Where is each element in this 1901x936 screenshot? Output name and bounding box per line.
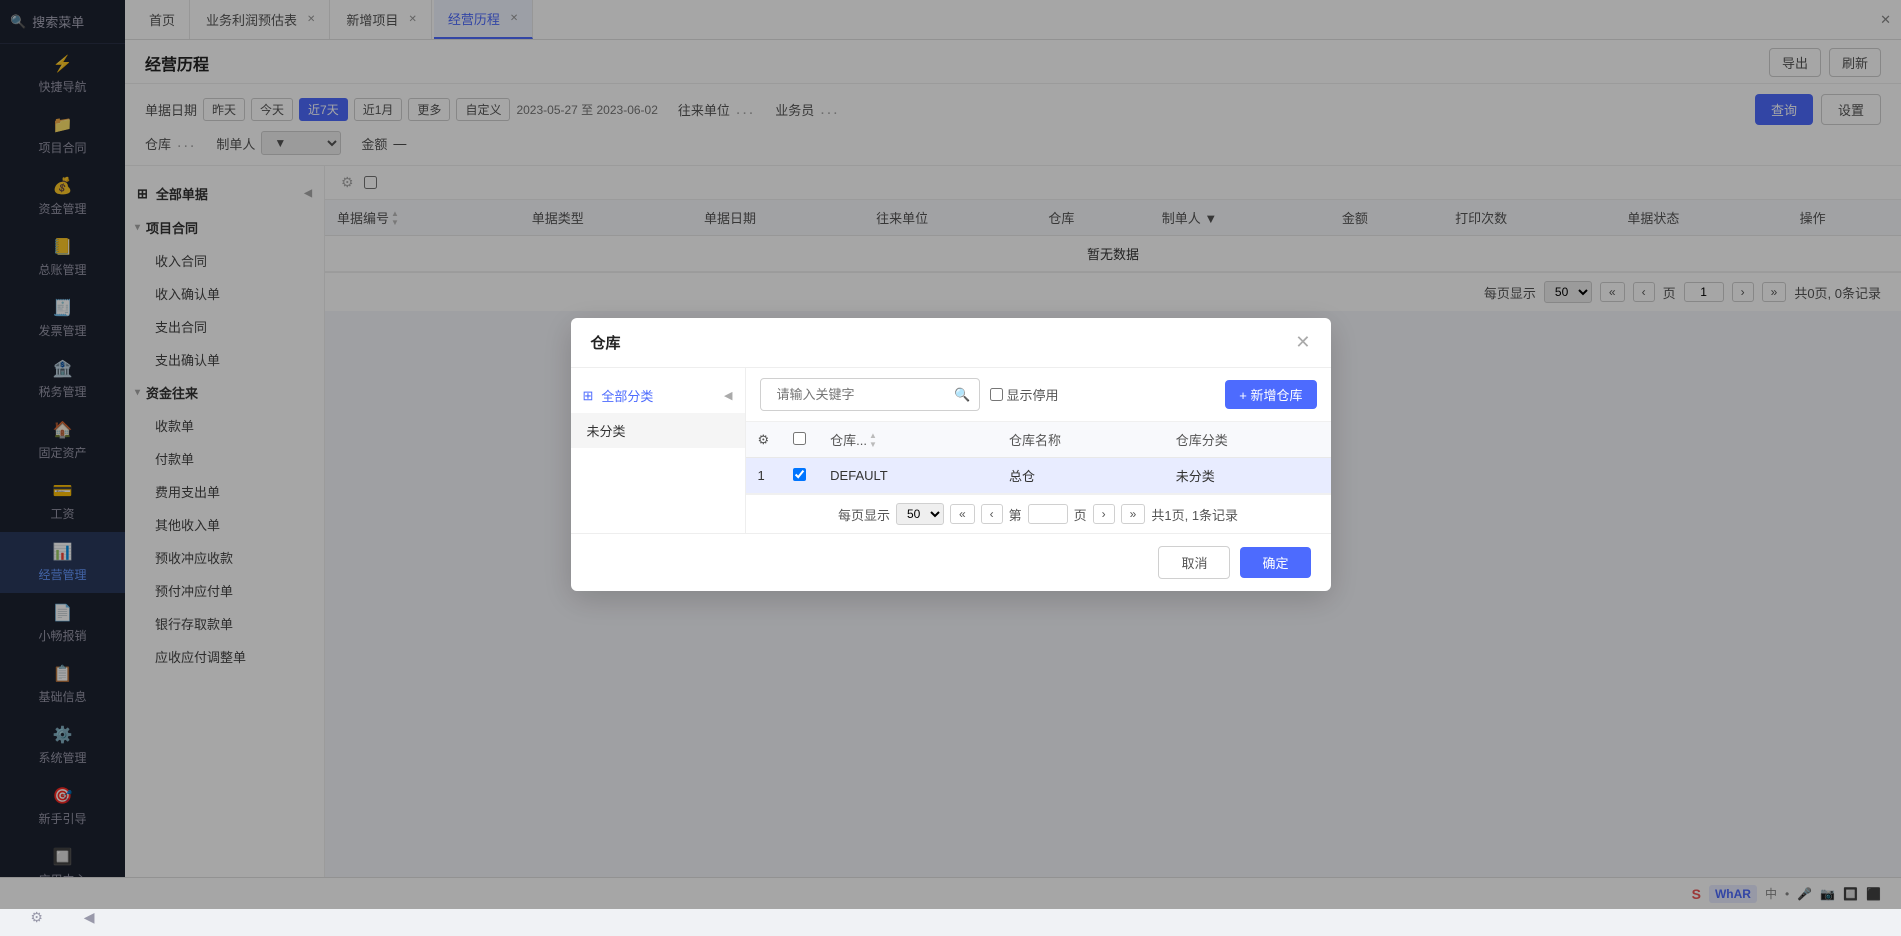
- modal-left-collapse[interactable]: ◀: [724, 389, 732, 402]
- modal-last-btn[interactable]: »: [1121, 504, 1146, 524]
- modal-search-input[interactable]: [769, 383, 955, 406]
- collapse-icon[interactable]: ◀: [84, 909, 95, 926]
- modal-page-label-pre: 第: [1009, 505, 1022, 524]
- modal-all-categories[interactable]: ⊞ 全部分类 ◀: [571, 378, 745, 413]
- modal-overlay: 仓库 ✕ ⊞ 全部分类 ◀ 未分类: [0, 0, 1901, 909]
- modal-table-row[interactable]: 1 DEFAULT 总仓 未分类: [746, 458, 1331, 494]
- modal-title: 仓库: [591, 332, 621, 353]
- cancel-button[interactable]: 取消: [1158, 546, 1230, 579]
- modal-unclassified-item[interactable]: 未分类: [571, 413, 745, 448]
- modal-next-btn[interactable]: ›: [1093, 504, 1115, 524]
- col-warehouse-category: 仓库分类: [1164, 422, 1331, 458]
- modal-right-panel: 🔍 显示停用 + 新增仓库 ⚙: [746, 368, 1331, 533]
- modal-table: ⚙ 仓库... ▲▼ 仓库名称 仓库分类 1 DEFAULT 总仓 未分类: [746, 422, 1331, 494]
- modal-total-info: 共1页, 1条记录: [1151, 505, 1238, 524]
- row-seq: 1: [746, 458, 782, 494]
- col-check: [781, 422, 818, 458]
- show-disabled-text: 显示停用: [1007, 385, 1059, 404]
- row-name: 总仓: [997, 458, 1164, 494]
- modal-prev-btn[interactable]: ‹: [981, 504, 1003, 524]
- col-warehouse-name: 仓库名称: [997, 422, 1164, 458]
- modal-page-size-select[interactable]: 50: [896, 503, 944, 525]
- show-disabled-checkbox[interactable]: [990, 388, 1003, 401]
- modal-search-icon: 🔍: [954, 387, 970, 403]
- modal-page-label: 页: [1074, 505, 1087, 524]
- col-warehouse-code: 仓库... ▲▼: [818, 422, 997, 458]
- confirm-button[interactable]: 确定: [1240, 547, 1310, 578]
- modal-gear-icon[interactable]: ⚙: [758, 432, 770, 447]
- row-checkbox[interactable]: [781, 458, 818, 494]
- show-disabled-label[interactable]: 显示停用: [990, 385, 1059, 404]
- modal-table-container: ⚙ 仓库... ▲▼ 仓库名称 仓库分类 1 DEFAULT 总仓 未分类: [746, 422, 1331, 494]
- modal-body: ⊞ 全部分类 ◀ 未分类 🔍 显示停用: [571, 368, 1331, 533]
- modal-page-size-label: 每页显示: [838, 505, 890, 524]
- unclassified-label: 未分类: [587, 421, 626, 440]
- warehouse-code-header: 仓库...: [830, 430, 867, 449]
- modal-page-input[interactable]: 1: [1028, 504, 1068, 524]
- row-code: DEFAULT: [818, 458, 997, 494]
- sort-warehouse-code[interactable]: 仓库... ▲▼: [830, 430, 877, 449]
- modal-close-btn[interactable]: ✕: [1295, 332, 1310, 353]
- settings-icon[interactable]: ⚙: [30, 909, 43, 926]
- add-warehouse-button[interactable]: + 新增仓库: [1225, 380, 1316, 409]
- modal-toolbar: 🔍 显示停用 + 新增仓库: [746, 368, 1331, 422]
- grid-icon-modal: ⊞: [583, 388, 594, 404]
- all-categories-label: 全部分类: [601, 386, 653, 405]
- modal-footer: 取消 确定: [571, 533, 1331, 591]
- modal-header: 仓库 ✕: [571, 318, 1331, 368]
- row-category: 未分类: [1164, 458, 1331, 494]
- modal-select-all[interactable]: [793, 432, 806, 445]
- modal-left-panel: ⊞ 全部分类 ◀ 未分类: [571, 368, 746, 533]
- row-check-input[interactable]: [793, 468, 806, 481]
- modal-search-box[interactable]: 🔍: [760, 378, 980, 411]
- warehouse-modal: 仓库 ✕ ⊞ 全部分类 ◀ 未分类: [571, 318, 1331, 591]
- modal-first-btn[interactable]: «: [950, 504, 975, 524]
- col-gear: ⚙: [746, 422, 782, 458]
- modal-pagination: 每页显示 50 « ‹ 第 1 页 › » 共1页, 1条记录: [746, 494, 1331, 533]
